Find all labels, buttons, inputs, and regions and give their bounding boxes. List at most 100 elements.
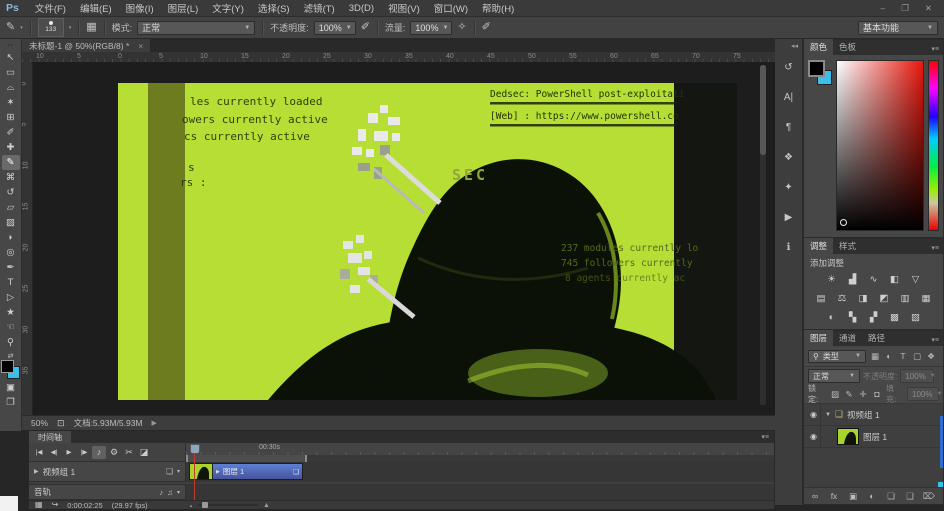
menu-select[interactable]: 选择(S): [251, 1, 297, 15]
threshold-icon[interactable]: ▞: [866, 311, 881, 325]
render-video-icon[interactable]: ▦: [35, 501, 43, 509]
filter-pixel-layers-icon[interactable]: ▦: [869, 350, 881, 362]
panel-grip[interactable]: ▪▪: [7, 43, 13, 49]
menu-view[interactable]: 视图(V): [381, 1, 427, 15]
crop-tool[interactable]: ⊞: [2, 110, 20, 125]
menu-help[interactable]: 帮助(H): [475, 1, 521, 15]
document-image[interactable]: SEC les currently loaded owers currently…: [118, 83, 737, 400]
color-balance-icon[interactable]: ⚖: [835, 292, 850, 306]
panel-menu-icon[interactable]: ▾≡: [927, 336, 943, 346]
layer-row-layer[interactable]: ◉ 图层 1: [804, 426, 943, 448]
prev-frame-button[interactable]: ◀|: [47, 446, 61, 459]
hue-saturation-icon[interactable]: ▤: [814, 292, 829, 306]
visibility-eye-icon[interactable]: ◉: [807, 426, 821, 447]
chevron-down-icon[interactable]: ▾: [177, 468, 180, 475]
info-panel-icon[interactable]: ℹ: [778, 239, 800, 256]
layer-filter-select[interactable]: ⚲ 类型 ▼: [808, 350, 866, 363]
collapse-dock-icon[interactable]: ◂◂: [791, 42, 802, 50]
workspace-select[interactable]: 基本功能 ▼: [858, 21, 938, 35]
brightness-contrast-icon[interactable]: ☀: [824, 273, 839, 287]
brush-panel-toggle-icon[interactable]: ▦: [86, 22, 96, 33]
exposure-icon[interactable]: ◧: [887, 273, 902, 287]
hue-ramp[interactable]: [928, 60, 939, 231]
visibility-eye-icon[interactable]: ◉: [807, 404, 821, 425]
character-panel-icon[interactable]: A|: [778, 89, 800, 106]
audio-track-lane[interactable]: [186, 484, 774, 500]
dodge-tool[interactable]: ◎: [2, 245, 20, 260]
brush-tool[interactable]: ✎: [2, 155, 20, 170]
photo-filter-icon[interactable]: ◩: [877, 292, 892, 306]
menu-window[interactable]: 窗口(W): [427, 1, 475, 15]
zoom-slider-track[interactable]: [198, 504, 258, 506]
canvas-area[interactable]: 05101520253035 SEC: [22, 62, 775, 415]
history-panel-icon[interactable]: ↺: [778, 59, 800, 76]
menu-type[interactable]: 文字(Y): [205, 1, 251, 15]
channel-mixer-icon[interactable]: ▥: [898, 292, 913, 306]
filter-adjustment-layers-icon[interactable]: ◐: [883, 350, 895, 362]
move-tool[interactable]: ↖: [2, 50, 20, 65]
menu-edit[interactable]: 编辑(E): [73, 1, 119, 15]
brush-preset-picker[interactable]: 133: [38, 18, 64, 37]
play-button[interactable]: ▶: [62, 446, 76, 459]
pressure-opacity-icon[interactable]: ✐: [361, 22, 370, 33]
foreground-color-swatch[interactable]: [808, 60, 825, 77]
speaker-icon[interactable]: ♪: [159, 488, 163, 497]
properties-panel-icon[interactable]: ✦: [778, 179, 800, 196]
pen-tool[interactable]: ✒: [2, 260, 20, 275]
pressure-size-icon[interactable]: ✐: [482, 22, 491, 33]
shape-tool[interactable]: ★: [2, 305, 20, 320]
brush-picker-caret-icon[interactable]: ▾: [69, 25, 72, 31]
group-expand-icon[interactable]: ▼: [825, 412, 831, 418]
link-layers-icon[interactable]: ∞: [809, 490, 821, 502]
filter-type-layers-icon[interactable]: T: [897, 350, 909, 362]
add-mask-icon[interactable]: ▣: [847, 490, 859, 502]
gradient-map-icon[interactable]: ▩: [887, 311, 902, 325]
selective-color-icon[interactable]: ▧: [908, 311, 923, 325]
timeline-tab[interactable]: 时间轴: [29, 431, 71, 443]
menu-filter[interactable]: 滤镜(T): [297, 1, 342, 15]
timeline-clip[interactable]: ▶ 图层 1 ❏: [189, 463, 303, 480]
vibrance-icon[interactable]: ▽: [908, 273, 923, 287]
timeline-settings-icon[interactable]: ⚙: [107, 446, 121, 459]
blur-tool[interactable]: ◗: [2, 230, 20, 245]
timeline-zoom-slider[interactable]: ▲ ▲: [189, 502, 270, 509]
music-note-icon[interactable]: ♫: [167, 488, 173, 497]
zoom-level-field[interactable]: 50%: [31, 418, 48, 428]
chevron-down-icon[interactable]: ▾: [177, 489, 180, 496]
status-menu-arrow-icon[interactable]: ▶: [152, 419, 157, 427]
magic-wand-tool[interactable]: ✶: [2, 95, 20, 110]
tab-color[interactable]: 颜色: [804, 39, 833, 55]
expand-triangle-icon[interactable]: ▶: [34, 468, 39, 475]
quick-mask-icon[interactable]: ▣: [2, 380, 20, 395]
curves-icon[interactable]: ∿: [866, 273, 881, 287]
layers-scrollbar[interactable]: [940, 416, 943, 468]
black-white-icon[interactable]: ◨: [856, 292, 871, 306]
layer-blend-select[interactable]: 正常 ▼: [808, 369, 860, 383]
tab-layers[interactable]: 图层: [804, 330, 833, 346]
shortcut-arrow-icon[interactable]: ↪: [52, 501, 59, 509]
swap-colors-icon[interactable]: ⇄: [8, 352, 14, 360]
menu-3d[interactable]: 3D(D): [342, 3, 381, 14]
lock-transparency-icon[interactable]: ▨: [829, 388, 841, 400]
invert-icon[interactable]: ◐: [824, 311, 839, 325]
panel-menu-icon[interactable]: ▾≡: [927, 244, 943, 254]
layer-row-group[interactable]: ◉ ▼ ❏ 视频组 1: [804, 404, 943, 426]
menu-image[interactable]: 图像(I): [119, 1, 161, 15]
filter-smart-objects-icon[interactable]: ❖: [925, 350, 937, 362]
airbrush-icon[interactable]: ✧: [457, 22, 466, 33]
zoom-in-mountain-icon[interactable]: ▲: [263, 502, 270, 509]
eyedropper-tool[interactable]: ✐: [2, 125, 20, 140]
audio-track-row[interactable]: 音轨 ♪ ♫ ▾: [29, 484, 186, 500]
tab-swatches[interactable]: 色板: [833, 39, 862, 55]
panel-menu-icon[interactable]: ▾≡: [927, 45, 943, 55]
lasso-tool[interactable]: ⌓: [2, 80, 20, 95]
brush-tool-icon[interactable]: ✎: [6, 22, 15, 33]
tab-paths[interactable]: 路径: [862, 330, 891, 346]
close-tab-icon[interactable]: ×: [138, 41, 143, 51]
minimize-button[interactable]: –: [881, 3, 886, 14]
menu-file[interactable]: 文件(F): [28, 1, 73, 15]
screen-mode-icon[interactable]: ❐: [2, 395, 20, 410]
color-field-cursor[interactable]: [840, 219, 847, 226]
mute-audio-button[interactable]: ♪: [92, 446, 106, 459]
fill-select[interactable]: 100% ▼: [907, 387, 939, 401]
